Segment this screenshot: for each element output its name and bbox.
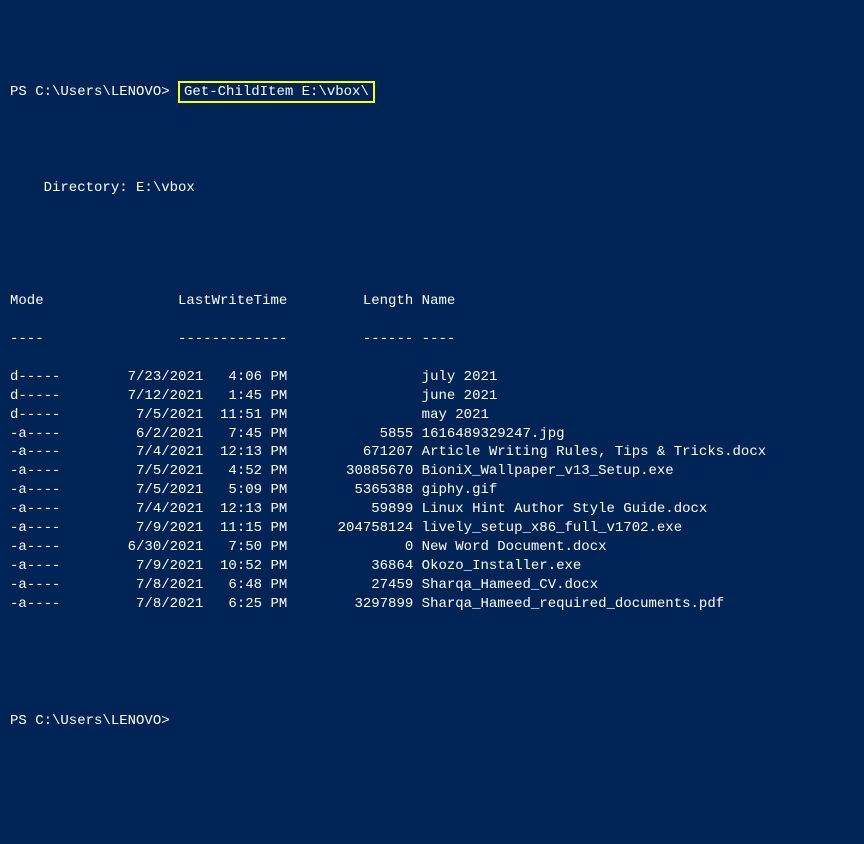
highlighted-command: Get-ChildItem E:\vbox\ <box>178 81 375 104</box>
terminal-output[interactable]: PS C:\Users\LENOVO> Get-ChildItem E:\vbo… <box>10 81 854 750</box>
ps-prompt-prefix: PS C:\Users\LENOVO> <box>10 84 178 100</box>
directory-header: Directory: E:\vbox <box>10 179 854 198</box>
column-headers: Mode LastWriteTime Length Name <box>10 292 854 311</box>
prompt-line-1: PS C:\Users\LENOVO> Get-ChildItem E:\vbo… <box>10 84 375 100</box>
column-separators: ---- ------------- ------ ---- <box>10 330 854 349</box>
listing-rows: d----- 7/23/2021 4:06 PM july 2021 d----… <box>10 368 854 614</box>
prompt-line-2[interactable]: PS C:\Users\LENOVO> <box>10 712 854 731</box>
ps-prompt-prefix: PS C:\Users\LENOVO> <box>10 713 178 729</box>
